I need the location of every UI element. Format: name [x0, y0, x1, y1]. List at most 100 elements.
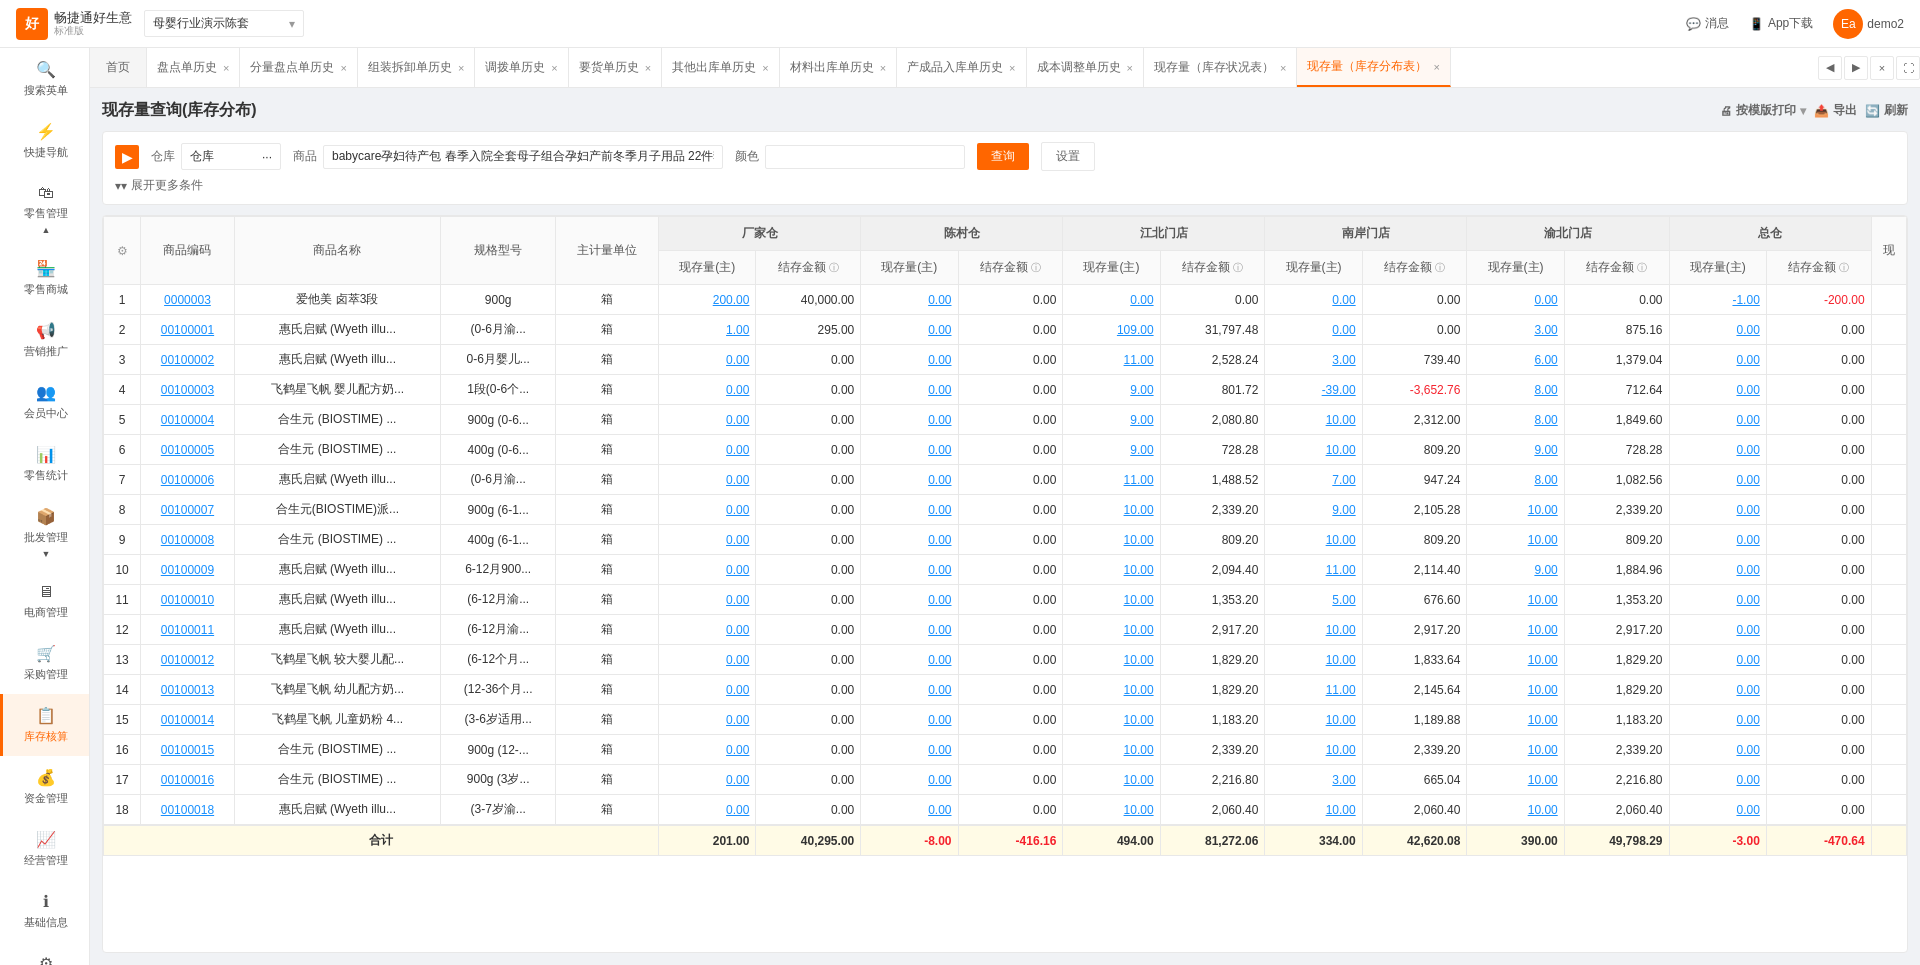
table-cell[interactable]: 10.00 [1063, 675, 1160, 705]
tab-close-icon[interactable]: × [1280, 62, 1286, 74]
table-cell[interactable]: 10.00 [1467, 765, 1564, 795]
table-cell[interactable]: 0.00 [659, 465, 756, 495]
table-cell[interactable]: 10.00 [1063, 705, 1160, 735]
table-cell[interactable]: 0.00 [1669, 375, 1766, 405]
tab-close-icon[interactable]: × [880, 62, 886, 74]
table-cell[interactable]: 200.00 [659, 285, 756, 315]
table-cell[interactable]: 0.00 [861, 525, 958, 555]
table-cell[interactable]: 0.00 [1669, 735, 1766, 765]
table-cell[interactable]: 0.00 [659, 435, 756, 465]
table-cell[interactable]: 3.00 [1467, 315, 1564, 345]
table-cell[interactable]: 8.00 [1467, 375, 1564, 405]
table-cell[interactable]: 3.00 [1265, 765, 1362, 795]
table-cell[interactable]: 0.00 [659, 615, 756, 645]
table-cell[interactable]: 10.00 [1063, 525, 1160, 555]
tab-stock-status[interactable]: 现存量（库存状况表） × [1144, 48, 1297, 87]
sidebar-item-search[interactable]: 🔍 搜索英单 [0, 48, 89, 110]
table-cell[interactable]: 9.00 [1265, 495, 1362, 525]
table-cell[interactable]: 0.00 [1669, 405, 1766, 435]
table-cell[interactable]: 0.00 [1669, 465, 1766, 495]
table-cell[interactable]: 00100018 [141, 795, 235, 826]
table-cell[interactable]: 109.00 [1063, 315, 1160, 345]
table-cell[interactable]: 0.00 [861, 675, 958, 705]
table-cell[interactable]: 5.00 [1265, 585, 1362, 615]
sidebar-item-shop[interactable]: 🏪 零售商城 [0, 247, 89, 309]
table-cell[interactable]: 0000003 [141, 285, 235, 315]
tab-nav-close-all[interactable]: × [1870, 56, 1894, 80]
table-cell[interactable]: 0.00 [1669, 615, 1766, 645]
table-cell[interactable]: 0.00 [659, 795, 756, 826]
table-cell[interactable]: 10.00 [1467, 795, 1564, 826]
table-cell[interactable]: 0.00 [659, 765, 756, 795]
goods-input[interactable] [323, 145, 723, 169]
table-cell[interactable]: 8.00 [1467, 405, 1564, 435]
sidebar-item-nav[interactable]: ⚡ 快捷导航 [0, 110, 89, 172]
tab-nav-next[interactable]: ▶ [1844, 56, 1868, 80]
query-btn[interactable]: 查询 [977, 143, 1029, 170]
table-cell[interactable]: 0.00 [659, 705, 756, 735]
tab-home[interactable]: 首页 [90, 48, 147, 87]
table-cell[interactable]: 0.00 [1669, 675, 1766, 705]
table-cell[interactable]: 0.00 [861, 795, 958, 826]
table-cell[interactable]: 0.00 [659, 525, 756, 555]
tab-finished-in[interactable]: 产成品入库单历史 × [897, 48, 1026, 87]
table-cell[interactable]: 10.00 [1265, 525, 1362, 555]
table-cell[interactable]: 10.00 [1063, 735, 1160, 765]
table-cell[interactable]: 0.00 [861, 285, 958, 315]
table-cell[interactable]: 0.00 [1669, 585, 1766, 615]
th-settings[interactable]: ⚙ [104, 217, 141, 285]
table-cell[interactable]: 00100014 [141, 705, 235, 735]
tab-transfer[interactable]: 调拨单历史 × [475, 48, 568, 87]
table-cell[interactable]: 0.00 [1669, 765, 1766, 795]
table-cell[interactable]: 00100010 [141, 585, 235, 615]
table-cell[interactable]: 10.00 [1467, 645, 1564, 675]
sidebar-item-wholesale[interactable]: 📦 批发管理 ▼ [0, 495, 89, 571]
filter-toggle-btn[interactable]: ▶ [115, 145, 139, 169]
table-cell[interactable]: 8.00 [1467, 465, 1564, 495]
table-cell[interactable]: 00100012 [141, 645, 235, 675]
tab-nav-expand[interactable]: ⛶ [1896, 56, 1920, 80]
tab-close-icon[interactable]: × [1127, 62, 1133, 74]
sidebar-item-purchase[interactable]: 🛒 采购管理 [0, 632, 89, 694]
message-btn[interactable]: 💬 消息 [1686, 15, 1729, 32]
table-cell[interactable]: 00100006 [141, 465, 235, 495]
table-cell[interactable]: 10.00 [1265, 645, 1362, 675]
table-cell[interactable]: 0.00 [1669, 495, 1766, 525]
table-cell[interactable]: 9.00 [1063, 405, 1160, 435]
table-cell[interactable]: 0.00 [1669, 435, 1766, 465]
table-cell[interactable]: 9.00 [1467, 435, 1564, 465]
table-cell[interactable]: 0.00 [1265, 285, 1362, 315]
table-cell[interactable]: 10.00 [1467, 585, 1564, 615]
table-cell[interactable]: 00100004 [141, 405, 235, 435]
sidebar-item-marketing[interactable]: 📢 营销推广 [0, 309, 89, 371]
table-cell[interactable]: 00100015 [141, 735, 235, 765]
sidebar-item-basic[interactable]: ℹ 基础信息 [0, 880, 89, 942]
table-container[interactable]: ⚙ 商品编码 商品名称 规格型号 主计量单位 厂家仓 陈村仓 江北门店 南岸门店… [103, 216, 1907, 952]
table-cell[interactable]: 0.00 [1265, 315, 1362, 345]
table-cell[interactable]: 9.00 [1063, 435, 1160, 465]
tab-close-icon[interactable]: × [551, 62, 557, 74]
table-cell[interactable]: 0.00 [659, 675, 756, 705]
table-cell[interactable]: 6.00 [1467, 345, 1564, 375]
table-cell[interactable]: 00100016 [141, 765, 235, 795]
table-cell[interactable]: 00100009 [141, 555, 235, 585]
table-cell[interactable]: 00100001 [141, 315, 235, 345]
tab-stock-dist[interactable]: 现存量（库存分布表） × [1297, 48, 1450, 87]
tab-close-active-icon[interactable]: × [1433, 61, 1439, 73]
table-cell[interactable]: 0.00 [861, 705, 958, 735]
table-cell[interactable]: 0.00 [861, 315, 958, 345]
table-cell[interactable]: 0.00 [659, 405, 756, 435]
table-cell[interactable]: 0.00 [1669, 525, 1766, 555]
tab-frac-stocktake[interactable]: 分量盘点单历史 × [240, 48, 357, 87]
table-cell[interactable]: 10.00 [1063, 495, 1160, 525]
tab-close-icon[interactable]: × [1009, 62, 1015, 74]
refresh-btn[interactable]: 🔄 刷新 [1865, 102, 1908, 119]
table-cell[interactable]: 10.00 [1467, 615, 1564, 645]
sidebar-item-inventory[interactable]: 📋 库存核算 [0, 694, 89, 756]
table-cell[interactable]: 10.00 [1063, 555, 1160, 585]
table-cell[interactable]: 1.00 [659, 315, 756, 345]
tab-close-icon[interactable]: × [645, 62, 651, 74]
sidebar-item-retail-stats[interactable]: 📊 零售统计 [0, 433, 89, 495]
tab-assembly[interactable]: 组装拆卸单历史 × [358, 48, 475, 87]
table-cell[interactable]: 0.00 [659, 375, 756, 405]
